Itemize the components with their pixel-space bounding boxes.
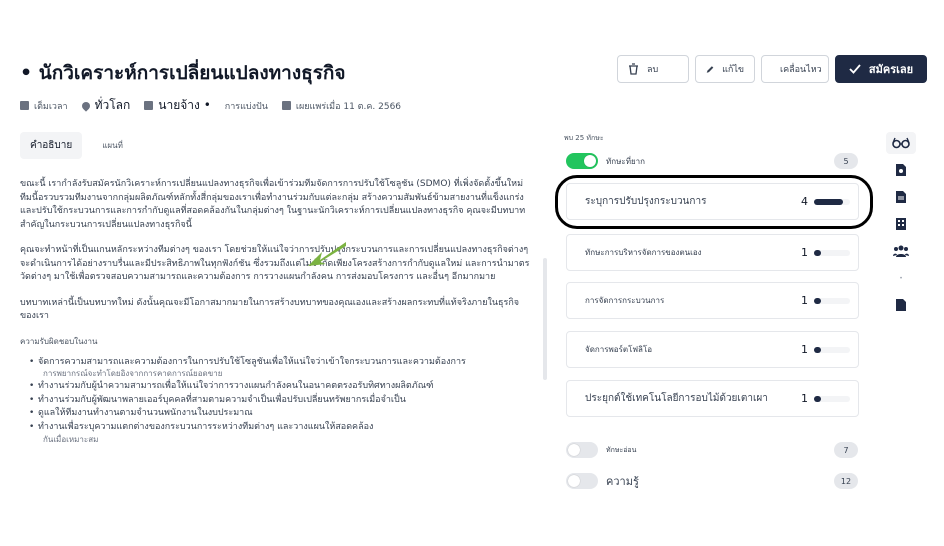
building-icon[interactable]: [886, 213, 916, 235]
description-scrollbar[interactable]: [543, 258, 547, 380]
document-icon[interactable]: [886, 186, 916, 208]
hard-skills-toggle[interactable]: [566, 153, 598, 169]
trash-icon: [629, 63, 638, 75]
document-search-icon[interactable]: [886, 159, 916, 181]
skill-group-soft: ทักษะอ่อน 7: [566, 441, 858, 459]
count-badge: 7: [834, 442, 858, 458]
separator-dot-icon: •: [899, 274, 903, 282]
glasses-icon[interactable]: [886, 132, 916, 154]
annotation-highlight-oval: [555, 175, 873, 229]
skill-group-hard: ทักษะที่ยาก 5: [566, 152, 858, 170]
knowledge-toggle[interactable]: [566, 473, 598, 489]
content-tabs: คำอธิบาย แผนที่: [20, 132, 133, 159]
apply-button[interactable]: สมัครเลย: [835, 55, 927, 83]
move-button[interactable]: เคลื่อนไหว: [761, 55, 829, 83]
calendar-icon: [281, 101, 291, 110]
description-paragraph-3: บทบาทเหล่านี้เป็นบทบาทใหม่ ดังนั้นคุณจะม…: [20, 297, 520, 322]
skill-count: พบ 25 ทักษะ: [564, 134, 604, 142]
list-item: จัดการความสามารถและความต้องการในการปรับใ…: [29, 356, 530, 380]
skill-card-process-management[interactable]: การจัดการกระบวนการ 1: [566, 282, 859, 319]
skill-name: ประยุกต์ใช้เทคโนโลยีการอบไม้ด้วยเตาเผา: [585, 393, 768, 404]
skill-value: 1: [801, 343, 808, 356]
count-badge: 12: [834, 473, 858, 489]
edit-button[interactable]: แก้ไข: [695, 55, 755, 83]
meta-time: เต็มเวลา: [20, 99, 68, 113]
skill-card-kiln-technology[interactable]: ประยุกต์ใช้เทคโนโลยีการอบไม้ด้วยเตาเผา 1: [566, 380, 859, 417]
check-icon: [849, 64, 861, 74]
job-meta: เต็มเวลา ทั่วโลก นายจ้าง • การแบ่งปัน เผ…: [20, 96, 415, 115]
skill-level-bar: [814, 346, 850, 353]
skill-name: จัดการพอร์ตโฟลิโอ: [585, 345, 653, 354]
skill-card-self-management[interactable]: ทักษะการบริหารจัดการของตนเอง 1: [566, 234, 859, 271]
skill-level-bar: [814, 249, 850, 256]
count-badge: 5: [834, 153, 858, 169]
responsibilities-list: จัดการความสามารถและความต้องการในการปรับใ…: [20, 356, 530, 445]
page-title: • นักวิเคราะห์การเปลี่ยนแปลงทางธุรกิจ: [20, 62, 346, 84]
skill-value: 1: [801, 392, 808, 405]
skill-value: 1: [801, 246, 808, 259]
skill-name: ทักษะการบริหารจัดการของตนเอง: [585, 248, 702, 257]
soft-skills-toggle[interactable]: [566, 442, 598, 458]
tab-description[interactable]: คำอธิบาย: [20, 132, 83, 159]
pencil-icon: [706, 65, 714, 73]
people-icon[interactable]: [886, 240, 916, 262]
location-pin-icon: [79, 99, 92, 112]
tab-map[interactable]: แผนที่: [92, 133, 133, 158]
delete-button[interactable]: ลบ: [617, 55, 689, 83]
skill-value: 1: [801, 294, 808, 307]
meta-employer[interactable]: นายจ้าง •: [144, 96, 211, 115]
responsibilities-heading: ความรับผิดชอบในงาน: [20, 336, 98, 346]
building-icon: [144, 101, 154, 110]
group-label: ทักษะอ่อน: [606, 445, 637, 454]
meta-share[interactable]: การแบ่งปัน: [225, 99, 268, 113]
description-paragraph-2: คุณจะทำหน้าที่เป็นแกนหลักระหว่างทีมต่างๆ…: [20, 245, 530, 282]
meta-published: เผยแพร่เมื่อ 11 ต.ค. 2566: [281, 99, 401, 113]
header-actions: ลบ แก้ไข เคลื่อนไหว สมัครเลย: [617, 55, 927, 83]
skill-level-bar: [814, 297, 850, 304]
job-description: ขณะนี้ เรากำลังรับสมัครนักวิเคราะห์การเป…: [20, 178, 530, 446]
skill-name: การจัดการกระบวนการ: [585, 296, 665, 305]
meta-location: ทั่วโลก: [79, 96, 130, 115]
side-rail: •: [881, 132, 921, 321]
list-item: ทำงานร่วมกับผู้นำความสามารถเพื่อให้แน่ใจ…: [29, 380, 530, 393]
list-item: ทำงานร่วมกับผู้พัฒนาพลายเออร์บุคคลที่สาม…: [29, 394, 530, 407]
group-label: ทักษะที่ยาก: [606, 156, 645, 166]
skill-level-bar: [814, 395, 850, 402]
briefcase-icon: [20, 101, 29, 110]
move-label: เคลื่อนไหว: [780, 64, 822, 74]
description-paragraph-1: ขณะนี้ เรากำลังรับสมัครนักวิเคราะห์การเป…: [20, 179, 526, 230]
file-icon[interactable]: [886, 294, 916, 316]
apply-label: สมัครเลย: [868, 64, 914, 76]
delete-label: ลบ: [647, 64, 659, 74]
annotation-arrow-icon: [308, 242, 346, 266]
group-label: ความรู้: [606, 475, 639, 488]
skill-card-portfolio[interactable]: จัดการพอร์ตโฟลิโอ 1: [566, 331, 859, 368]
skill-group-knowledge: ความรู้ 12: [566, 472, 858, 490]
list-item: ดูแลให้ทีมงานทำงานตามจำนวนพนักงานในงบประ…: [29, 407, 530, 420]
list-item: ทำงานเพื่อระบุความแตกต่างของกระบวนการระห…: [29, 421, 530, 445]
edit-label: แก้ไข: [722, 64, 744, 74]
